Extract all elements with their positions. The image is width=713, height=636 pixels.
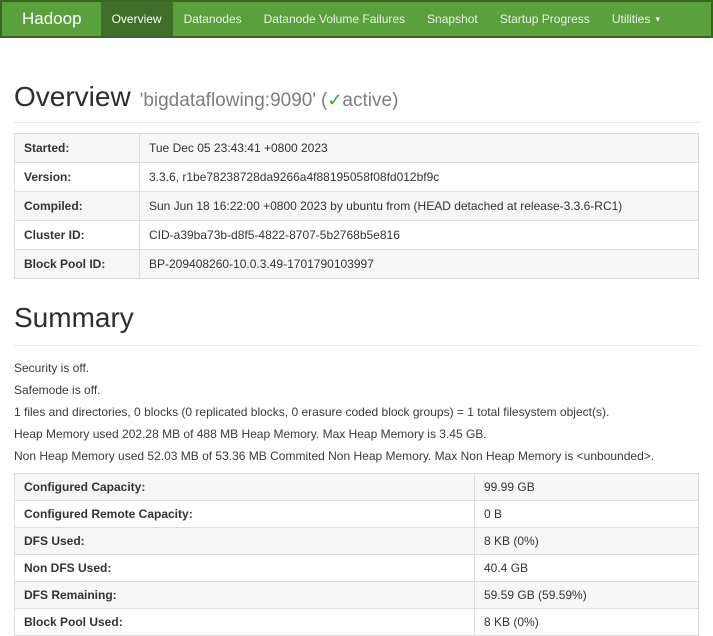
nav-item-datanodes[interactable]: Datanodes bbox=[173, 2, 253, 36]
row-value: Tue Dec 05 23:43:41 +0800 2023 bbox=[140, 133, 699, 162]
table-row-dfs-used: DFS Used: 8 KB (0%) bbox=[15, 527, 699, 554]
summary-title: Summary bbox=[14, 303, 699, 346]
row-value: Sun Jun 18 16:22:00 +0800 2023 by ubuntu… bbox=[140, 191, 699, 220]
nav-item-overview[interactable]: Overview bbox=[101, 2, 173, 36]
table-row-non-dfs-used: Non DFS Used: 40.4 GB bbox=[15, 554, 699, 581]
row-value: 8 KB (0%) bbox=[475, 608, 699, 635]
table-row-configured-capacity: Configured Capacity: 99.99 GB bbox=[15, 473, 699, 500]
nav-item-datanode-volume-failures[interactable]: Datanode Volume Failures bbox=[253, 2, 416, 36]
row-value: 59.59 GB (59.59%) bbox=[475, 581, 699, 608]
security-status-line: Security is off. bbox=[14, 361, 699, 375]
status-label: active bbox=[342, 90, 392, 111]
capacity-table: Configured Capacity: 99.99 GB Configured… bbox=[14, 473, 699, 636]
row-label: Version: bbox=[15, 162, 140, 191]
status-badge: (✓active) bbox=[321, 90, 398, 111]
row-label: Non DFS Used: bbox=[15, 554, 475, 581]
safemode-status-line: Safemode is off. bbox=[14, 383, 699, 397]
main-content: Overview 'bigdataflowing:9090'(✓active) S… bbox=[0, 82, 713, 636]
table-row-block-pool-id: Block Pool ID: BP-209408260-10.0.3.49-17… bbox=[15, 249, 699, 278]
table-row-compiled: Compiled: Sun Jun 18 16:22:00 +0800 2023… bbox=[15, 191, 699, 220]
table-row-cluster-id: Cluster ID: CID-a39ba73b-d8f5-4822-8707-… bbox=[15, 220, 699, 249]
page-title-text: Overview bbox=[14, 81, 131, 112]
table-row-block-pool-used: Block Pool Used: 8 KB (0%) bbox=[15, 608, 699, 635]
row-value: BP-209408260-10.0.3.49-1701790103997 bbox=[140, 249, 699, 278]
table-row-version: Version: 3.3.6, r1be78238728da9266a4f881… bbox=[15, 162, 699, 191]
row-value: 8 KB (0%) bbox=[475, 527, 699, 554]
page-title: Overview 'bigdataflowing:9090'(✓active) bbox=[14, 82, 699, 123]
row-label: Cluster ID: bbox=[15, 220, 140, 249]
table-row-started: Started: Tue Dec 05 23:43:41 +0800 2023 bbox=[15, 133, 699, 162]
active-check-icon: ✓ bbox=[327, 90, 342, 110]
row-label: Configured Remote Capacity: bbox=[15, 500, 475, 527]
filesystem-objects-line: 1 files and directories, 0 blocks (0 rep… bbox=[14, 405, 699, 419]
row-label: Block Pool ID: bbox=[15, 249, 140, 278]
page-subtitle: 'bigdataflowing:9090'(✓active) bbox=[140, 90, 399, 111]
caret-down-icon: ▾ bbox=[655, 15, 660, 24]
table-row-configured-remote-capacity: Configured Remote Capacity: 0 B bbox=[15, 500, 699, 527]
row-value: CID-a39ba73b-d8f5-4822-8707-5b2768b5e816 bbox=[140, 220, 699, 249]
nav-item-utilities-dropdown[interactable]: Utilities ▾ bbox=[601, 2, 671, 36]
non-heap-memory-line: Non Heap Memory used 52.03 MB of 53.36 M… bbox=[14, 449, 699, 463]
overview-table: Started: Tue Dec 05 23:43:41 +0800 2023 … bbox=[14, 133, 699, 279]
nav-item-startup-progress[interactable]: Startup Progress bbox=[489, 2, 601, 36]
nav-item-utilities-label: Utilities bbox=[612, 12, 651, 26]
nav-item-snapshot[interactable]: Snapshot bbox=[416, 2, 489, 36]
row-label: Configured Capacity: bbox=[15, 473, 475, 500]
row-label: Started: bbox=[15, 133, 140, 162]
row-label: Block Pool Used: bbox=[15, 608, 475, 635]
navbar: Hadoop Overview Datanodes Datanode Volum… bbox=[0, 0, 713, 38]
brand-hadoop[interactable]: Hadoop bbox=[2, 2, 101, 36]
row-value: 3.3.6, r1be78238728da9266a4f88195058f08f… bbox=[140, 162, 699, 191]
row-value: 40.4 GB bbox=[475, 554, 699, 581]
row-value: 99.99 GB bbox=[475, 473, 699, 500]
row-label: DFS Remaining: bbox=[15, 581, 475, 608]
table-row-dfs-remaining: DFS Remaining: 59.59 GB (59.59%) bbox=[15, 581, 699, 608]
row-value: 0 B bbox=[475, 500, 699, 527]
nav-menu: Overview Datanodes Datanode Volume Failu… bbox=[101, 2, 671, 36]
namenode-host: 'bigdataflowing:9090' bbox=[140, 90, 316, 111]
heap-memory-line: Heap Memory used 202.28 MB of 488 MB Hea… bbox=[14, 427, 699, 441]
row-label: Compiled: bbox=[15, 191, 140, 220]
summary-text-block: Security is off. Safemode is off. 1 file… bbox=[14, 361, 699, 463]
row-label: DFS Used: bbox=[15, 527, 475, 554]
